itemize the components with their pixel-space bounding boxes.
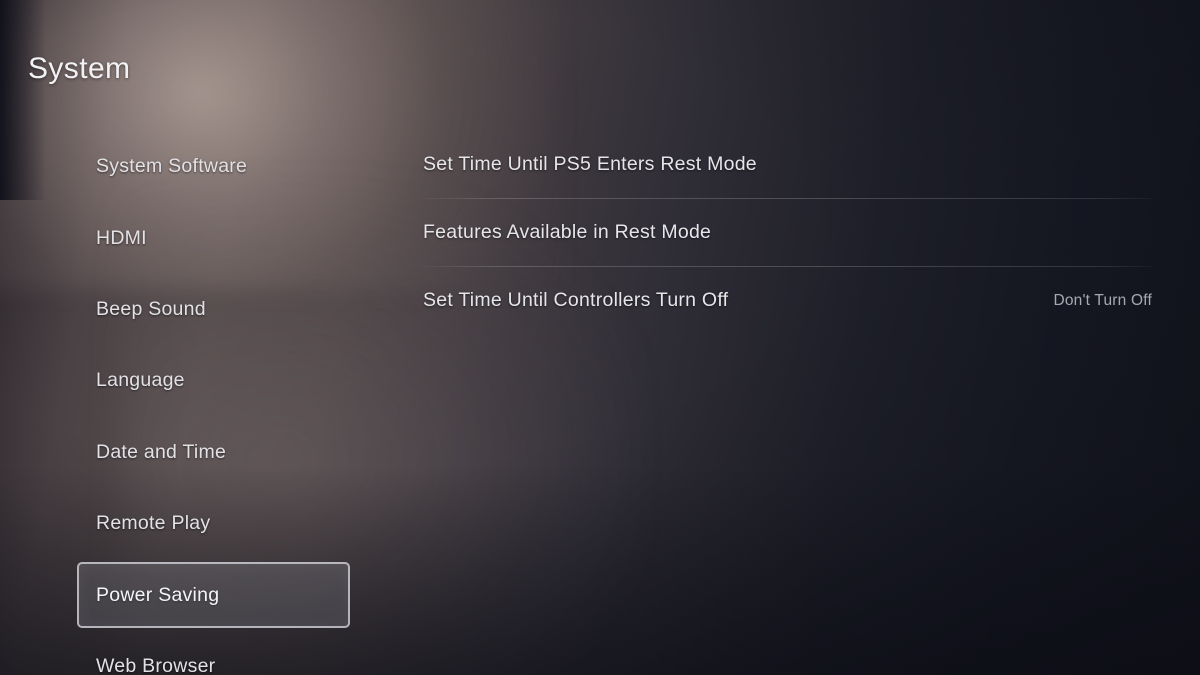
sidebar-item-label: System Software — [96, 155, 248, 178]
sidebar-item-label: HDMI — [96, 226, 147, 249]
sidebar-item-system-software[interactable]: System Software — [0, 131, 400, 202]
setting-label: Features Available in Rest Mode — [423, 221, 712, 243]
sidebar-item-beep-sound[interactable]: Beep Sound — [0, 274, 400, 345]
settings-detail-panel: Set Time Until PS5 Enters Rest Mode Feat… — [423, 131, 1152, 334]
sidebar-item-label: Language — [96, 369, 185, 392]
sidebar-item-hdmi[interactable]: HDMI — [0, 202, 400, 273]
setting-label: Set Time Until Controllers Turn Off — [423, 289, 729, 311]
page-title: System — [28, 52, 131, 85]
ps5-settings-screen: System System Software HDMI Beep Sound L… — [0, 0, 1200, 675]
sidebar-item-remote-play[interactable]: Remote Play — [0, 488, 400, 559]
setting-value: Don't Turn Off — [1053, 291, 1152, 309]
setting-row-controller-timer[interactable]: Set Time Until Controllers Turn Off Don'… — [423, 267, 1152, 334]
sidebar-item-language[interactable]: Language — [0, 345, 400, 416]
sidebar-item-label: Web Browser — [96, 654, 216, 675]
sidebar-item-label: Power Saving — [96, 583, 220, 606]
sidebar-item-web-browser[interactable]: Web Browser — [0, 631, 400, 675]
sidebar-item-date-and-time[interactable]: Date and Time — [0, 417, 400, 488]
sidebar-item-label: Remote Play — [96, 512, 211, 535]
setting-row-rest-mode-timer[interactable]: Set Time Until PS5 Enters Rest Mode — [423, 131, 1152, 198]
settings-sidebar: System Software HDMI Beep Sound Language… — [0, 131, 400, 675]
setting-row-rest-mode-features[interactable]: Features Available in Rest Mode — [423, 199, 1152, 266]
sidebar-item-label: Date and Time — [96, 440, 227, 463]
sidebar-item-power-saving[interactable]: Power Saving — [0, 559, 400, 630]
setting-label: Set Time Until PS5 Enters Rest Mode — [423, 153, 757, 175]
sidebar-item-label: Beep Sound — [96, 297, 206, 320]
